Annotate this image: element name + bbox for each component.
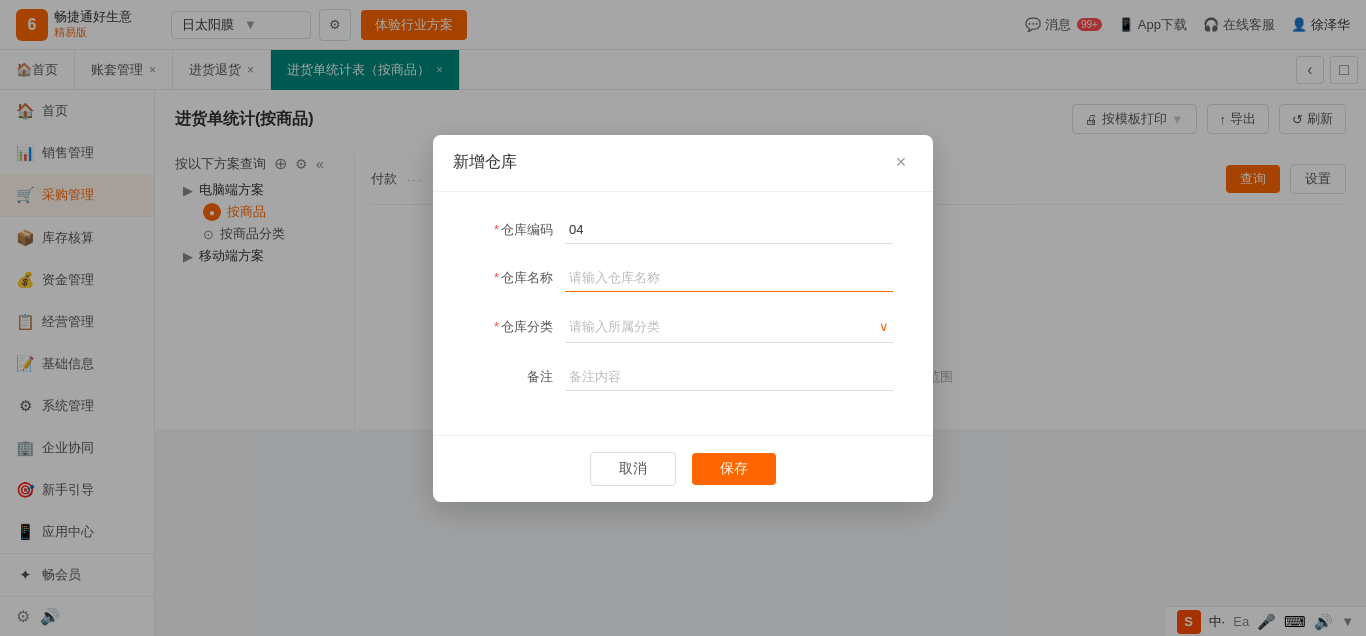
category-placeholder: 请输入所属分类 [569, 318, 660, 336]
note-input[interactable] [565, 363, 893, 391]
category-arrow-icon: ∨ [879, 319, 889, 334]
note-label: 备注 [473, 368, 553, 386]
modal-title: 新增仓库 [453, 152, 517, 173]
modal-footer: 取消 保存 [433, 435, 933, 502]
form-row-code: 仓库编码 [473, 216, 893, 244]
modal-body: 仓库编码 仓库名称 仓库分类 请输入所属分类 ∨ 备注 [433, 192, 933, 435]
cancel-button[interactable]: 取消 [590, 452, 676, 486]
save-button[interactable]: 保存 [692, 453, 776, 485]
category-label: 仓库分类 [473, 318, 553, 336]
name-input[interactable] [565, 264, 893, 292]
modal-overlay: 新增仓库 × 仓库编码 仓库名称 仓库分类 请输入所属分类 ∨ 备注 [0, 0, 1366, 636]
form-row-name: 仓库名称 [473, 264, 893, 292]
modal-close-button[interactable]: × [889, 151, 913, 175]
add-warehouse-modal: 新增仓库 × 仓库编码 仓库名称 仓库分类 请输入所属分类 ∨ 备注 [433, 135, 933, 502]
name-label: 仓库名称 [473, 269, 553, 287]
category-select[interactable]: 请输入所属分类 ∨ [565, 312, 893, 343]
form-row-note: 备注 [473, 363, 893, 391]
code-label: 仓库编码 [473, 221, 553, 239]
form-row-category: 仓库分类 请输入所属分类 ∨ [473, 312, 893, 343]
modal-header: 新增仓库 × [433, 135, 933, 192]
code-input[interactable] [565, 216, 893, 244]
